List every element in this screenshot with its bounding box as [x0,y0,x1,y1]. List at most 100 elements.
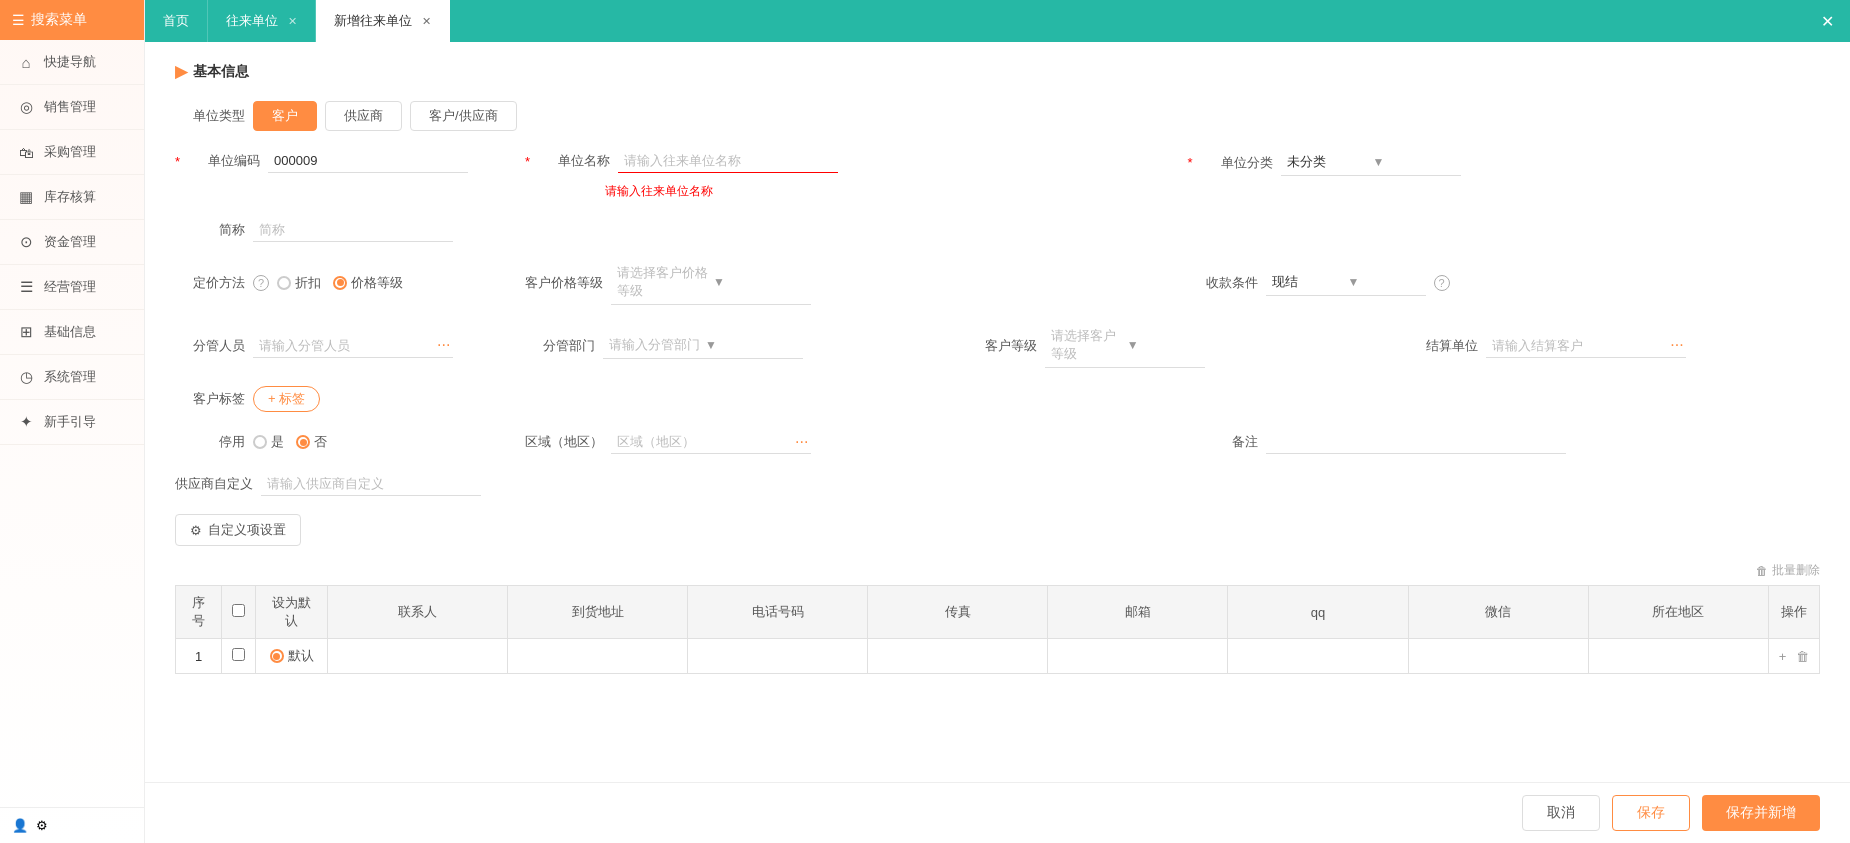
payment-terms-select[interactable]: 现结 ▼ [1266,269,1426,296]
fax-input[interactable] [878,649,1037,664]
default-radio[interactable]: 默认 [266,647,317,665]
window-close-button[interactable]: ✕ [1805,12,1850,31]
payment-terms-label: 收款条件 [1188,274,1258,292]
supplier-custom-input[interactable] [261,472,481,496]
unit-name-input[interactable] [618,149,838,173]
unit-code-label: 单位编码 [190,152,260,170]
settlement-unit-more-btn[interactable]: ··· [1666,336,1687,354]
tab-home[interactable]: 首页 [145,0,208,42]
inventory-icon: ▦ [16,187,36,207]
address-input[interactable] [518,649,677,664]
supplier-custom-row: 供应商自定义 [175,472,1820,496]
email-input[interactable] [1058,649,1217,664]
th-address: 到货地址 [508,586,688,639]
sidebar-user-icon: 👤 [12,818,28,833]
unit-type-both-btn[interactable]: 客户/供应商 [410,101,517,131]
pricing-help-icon[interactable]: ? [253,275,269,291]
save-and-add-button[interactable]: 保存并新增 [1702,795,1820,831]
sidebar-item-system[interactable]: ◷ 系统管理 [0,355,144,400]
disabled-row: 停用 是 否 区域（地区） ··· [175,430,1820,454]
manager-more-btn[interactable]: ··· [433,336,454,354]
notes-group: 备注 [1188,430,1821,454]
pricing-radio-group: 折扣 价格等级 [277,274,403,292]
sidebar-item-sales[interactable]: ◎ 销售管理 [0,85,144,130]
region-group: 区域（地区） ··· [525,430,1158,454]
td-contact[interactable] [328,639,508,674]
sidebar-item-finance[interactable]: ⊙ 资金管理 [0,220,144,265]
customer-price-level-select[interactable]: 请选择客户价格等级 ▼ [611,260,811,305]
region-input[interactable] [611,430,791,453]
td-qq[interactable] [1228,639,1408,674]
unit-type-buttons: 客户 供应商 客户/供应商 [253,101,517,131]
pricing-level-radio[interactable]: 价格等级 [333,274,403,292]
disabled-yes-radio[interactable]: 是 [253,433,284,451]
qq-input[interactable] [1238,649,1397,664]
department-select[interactable]: 请输入分管部门 ▼ [603,332,803,359]
sidebar-item-purchase[interactable]: 🛍 采购管理 [0,130,144,175]
add-tag-button[interactable]: + 标签 [253,386,320,412]
td-wechat[interactable] [1408,639,1588,674]
unit-type-customer-btn[interactable]: 客户 [253,101,317,131]
unit-category-required-star: * [1188,155,1193,170]
td-row-actions: + 🗑 [1768,639,1819,674]
select-all-checkbox[interactable] [232,604,245,617]
unit-name-required-star: * [525,154,530,169]
save-button[interactable]: 保存 [1612,795,1690,831]
disabled-no-radio[interactable]: 否 [296,433,327,451]
th-email: 邮箱 [1048,586,1228,639]
td-email[interactable] [1048,639,1228,674]
unit-category-arrow: ▼ [1373,155,1455,169]
td-fax[interactable] [868,639,1048,674]
unit-code-input[interactable] [268,149,468,173]
purchase-icon: 🛍 [16,142,36,162]
sidebar-search[interactable]: ☰ 搜索菜单 [0,0,144,40]
settlement-unit-group: 结算单位 ··· [1408,334,1820,358]
td-phone[interactable] [688,639,868,674]
manager-label: 分管人员 [175,337,245,355]
td-address[interactable] [508,639,688,674]
th-actions: 操作 [1768,586,1819,639]
settlement-unit-label: 结算单位 [1408,337,1478,355]
td-region[interactable] [1588,639,1768,674]
table-actions-top: 🗑 批量删除 [175,562,1820,579]
unit-category-select[interactable]: 未分类 ▼ [1281,149,1461,176]
tab-new-partner-close[interactable]: ✕ [422,15,431,28]
unit-type-label: 单位类型 [175,107,245,125]
tab-partners[interactable]: 往来单位 ✕ [208,0,316,42]
tab-new-partner[interactable]: 新增往来单位 ✕ [316,0,450,42]
settlement-unit-input[interactable] [1486,334,1666,357]
section-icon: ▶ [175,62,187,81]
sidebar-item-operations[interactable]: ☰ 经营管理 [0,265,144,310]
customer-level-select[interactable]: 请选择客户等级 ▼ [1045,323,1205,368]
manager-group: 分管人员 ··· [175,334,495,358]
batch-delete-btn[interactable]: 批量删除 [1772,562,1820,579]
pricing-discount-radio[interactable]: 折扣 [277,274,321,292]
sidebar-item-inventory[interactable]: ▦ 库存核算 [0,175,144,220]
sidebar-item-quick-nav[interactable]: ⌂ 快捷导航 [0,40,144,85]
sidebar-item-guide[interactable]: ✦ 新手引导 [0,400,144,445]
table-header-row: 序号 设为默认 联系人 到货地址 电话号码 传真 邮箱 qq 微信 所在地区 [176,586,1820,639]
basic-info-icon: ⊞ [16,322,36,342]
delete-row-btn[interactable]: 🗑 [1796,649,1809,664]
cancel-button[interactable]: 取消 [1522,795,1600,831]
disabled-yes-circle [253,435,267,449]
sidebar-item-basic-info[interactable]: ⊞ 基础信息 [0,310,144,355]
wechat-input[interactable] [1419,649,1578,664]
row-checkbox[interactable] [232,648,245,661]
region-input-group: ··· [611,430,811,454]
region-more-btn[interactable]: ··· [791,433,812,451]
disabled-label: 停用 [175,433,245,451]
region-table-input[interactable] [1599,649,1758,664]
search-icon: ☰ [12,12,25,28]
tab-partners-close[interactable]: ✕ [288,15,297,28]
payment-terms-help-icon[interactable]: ? [1434,275,1450,291]
notes-input[interactable] [1266,430,1566,454]
unit-type-supplier-btn[interactable]: 供应商 [325,101,402,131]
custom-settings-button[interactable]: ⚙ 自定义项设置 [175,514,301,546]
add-row-btn[interactable]: + [1779,649,1787,664]
short-name-input[interactable] [253,218,453,242]
operations-icon: ☰ [16,277,36,297]
contact-input[interactable] [338,649,497,664]
manager-input[interactable] [253,334,433,357]
phone-input[interactable] [698,649,857,664]
